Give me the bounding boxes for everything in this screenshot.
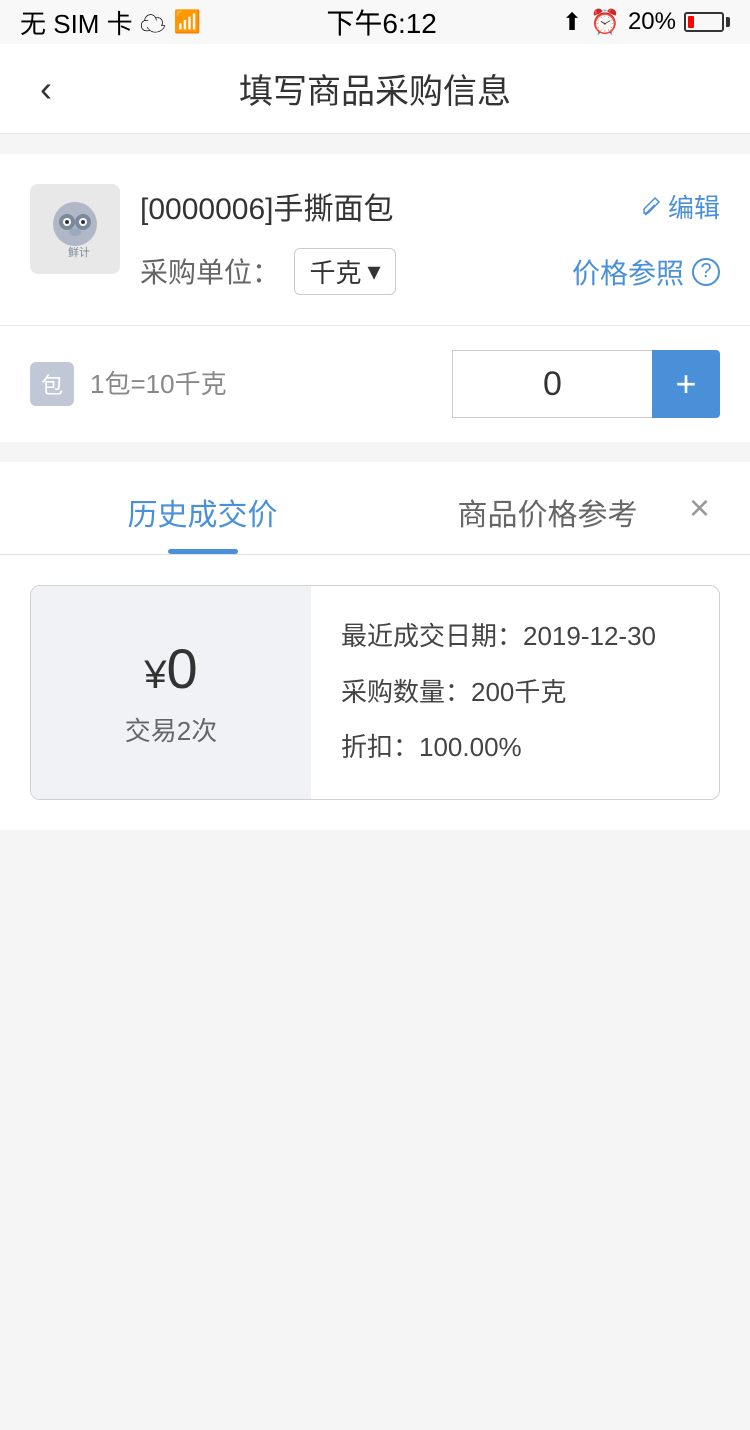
question-icon: ? [692, 258, 720, 286]
package-icon: 包 [30, 362, 74, 406]
unit-select-dropdown[interactable]: 千克 ▾ [294, 248, 395, 295]
battery-percent: 20% [628, 8, 676, 36]
unit-selector: 采购单位： 千克 ▾ [140, 248, 396, 295]
tab-close-button[interactable]: × [679, 477, 720, 539]
tab-product-price[interactable]: 商品价格参考 [375, 462, 720, 554]
tab-history-price[interactable]: 历史成交价 [30, 462, 375, 554]
product-top-row: [0000006]手撕面包 编辑 [140, 184, 720, 228]
status-left: 无 SIM 卡 ☁ 📶 [20, 4, 201, 41]
price-summary: ¥0 交易2次 [31, 586, 311, 799]
product-unit-row: 采购单位： 千克 ▾ 价格参照 ? [140, 248, 720, 295]
discount: 折扣：100.00% [341, 727, 689, 769]
purchase-quantity: 采购数量：200千克 [341, 672, 689, 714]
price-trades: 交易2次 [125, 711, 217, 748]
edit-label: 编辑 [668, 188, 720, 225]
tabs-section: 历史成交价 商品价格参考 × [0, 462, 750, 555]
product-info: [0000006]手撕面包 编辑 采购单位： 千克 ▾ [140, 184, 720, 295]
price-reference-button[interactable]: 价格参照 ? [572, 252, 720, 292]
currency-symbol: ¥ [144, 653, 166, 697]
quantity-row: 包 1包=10千克 + [0, 325, 750, 442]
status-time: 下午6:12 [326, 2, 437, 42]
quantity-value: 200千克 [471, 677, 566, 707]
quantity-control: + [452, 350, 720, 418]
wifi-icon: 📶 [174, 9, 201, 35]
quantity-label: 采购数量： [341, 677, 471, 707]
tab-history-label: 历史成交价 [128, 499, 278, 532]
price-card: ¥0 交易2次 最近成交日期：2019-12-30 采购数量：200千克 折扣：… [30, 585, 720, 800]
edit-icon [640, 195, 662, 217]
unit-label: 采购单位： [140, 257, 280, 288]
status-bar: 无 SIM 卡 ☁ 📶 下午6:12 ⬆ ⏰ 20% [0, 0, 750, 44]
tabs-header: 历史成交价 商品价格参考 × [0, 462, 750, 554]
back-button[interactable]: ‹ [30, 58, 62, 120]
dropdown-arrow-icon: ▾ [367, 256, 380, 287]
product-thumbnail: 鲜计 [30, 184, 120, 274]
product-card: 鲜计 [0000006]手撕面包 编辑 采购单位： [0, 154, 750, 325]
unit-value: 千克 [309, 253, 361, 290]
unit-info: 包 1包=10千克 [30, 362, 227, 406]
latest-date-value: 2019-12-30 [523, 621, 656, 651]
svg-text:鲜计: 鲜计 [68, 245, 90, 259]
price-ref-label: 价格参照 [572, 252, 684, 292]
package-equiv: 1包=10千克 [90, 364, 227, 401]
page-title: 填写商品采购信息 [239, 64, 511, 113]
content-area [0, 830, 750, 1430]
location-icon: ⬆ [562, 8, 582, 37]
discount-value: 100.00% [419, 732, 522, 762]
price-value: 0 [167, 637, 198, 700]
product-name: [0000006]手撕面包 [140, 184, 393, 228]
quantity-plus-button[interactable]: + [652, 350, 720, 418]
battery-icon [684, 12, 730, 32]
product-header: 鲜计 [0000006]手撕面包 编辑 采购单位： [30, 184, 720, 295]
nav-bar: ‹ 填写商品采购信息 [0, 44, 750, 134]
latest-date-label: 最近成交日期： [341, 621, 523, 651]
edit-button[interactable]: 编辑 [640, 188, 720, 225]
tab-product-label: 商品价格参考 [458, 499, 638, 532]
product-logo-icon: 鲜计 [40, 194, 110, 264]
quantity-input[interactable] [452, 350, 652, 418]
price-details: 最近成交日期：2019-12-30 采购数量：200千克 折扣：100.00% [311, 586, 719, 799]
alarm-icon: ⏰ [590, 8, 620, 37]
price-amount: ¥0 [144, 636, 197, 701]
sim-status: 无 SIM 卡 ☁ [20, 4, 166, 41]
status-right: ⬆ ⏰ 20% [562, 8, 730, 37]
price-card-wrapper: ¥0 交易2次 最近成交日期：2019-12-30 采购数量：200千克 折扣：… [0, 555, 750, 830]
discount-label: 折扣： [341, 732, 419, 762]
latest-date: 最近成交日期：2019-12-30 [341, 616, 689, 658]
